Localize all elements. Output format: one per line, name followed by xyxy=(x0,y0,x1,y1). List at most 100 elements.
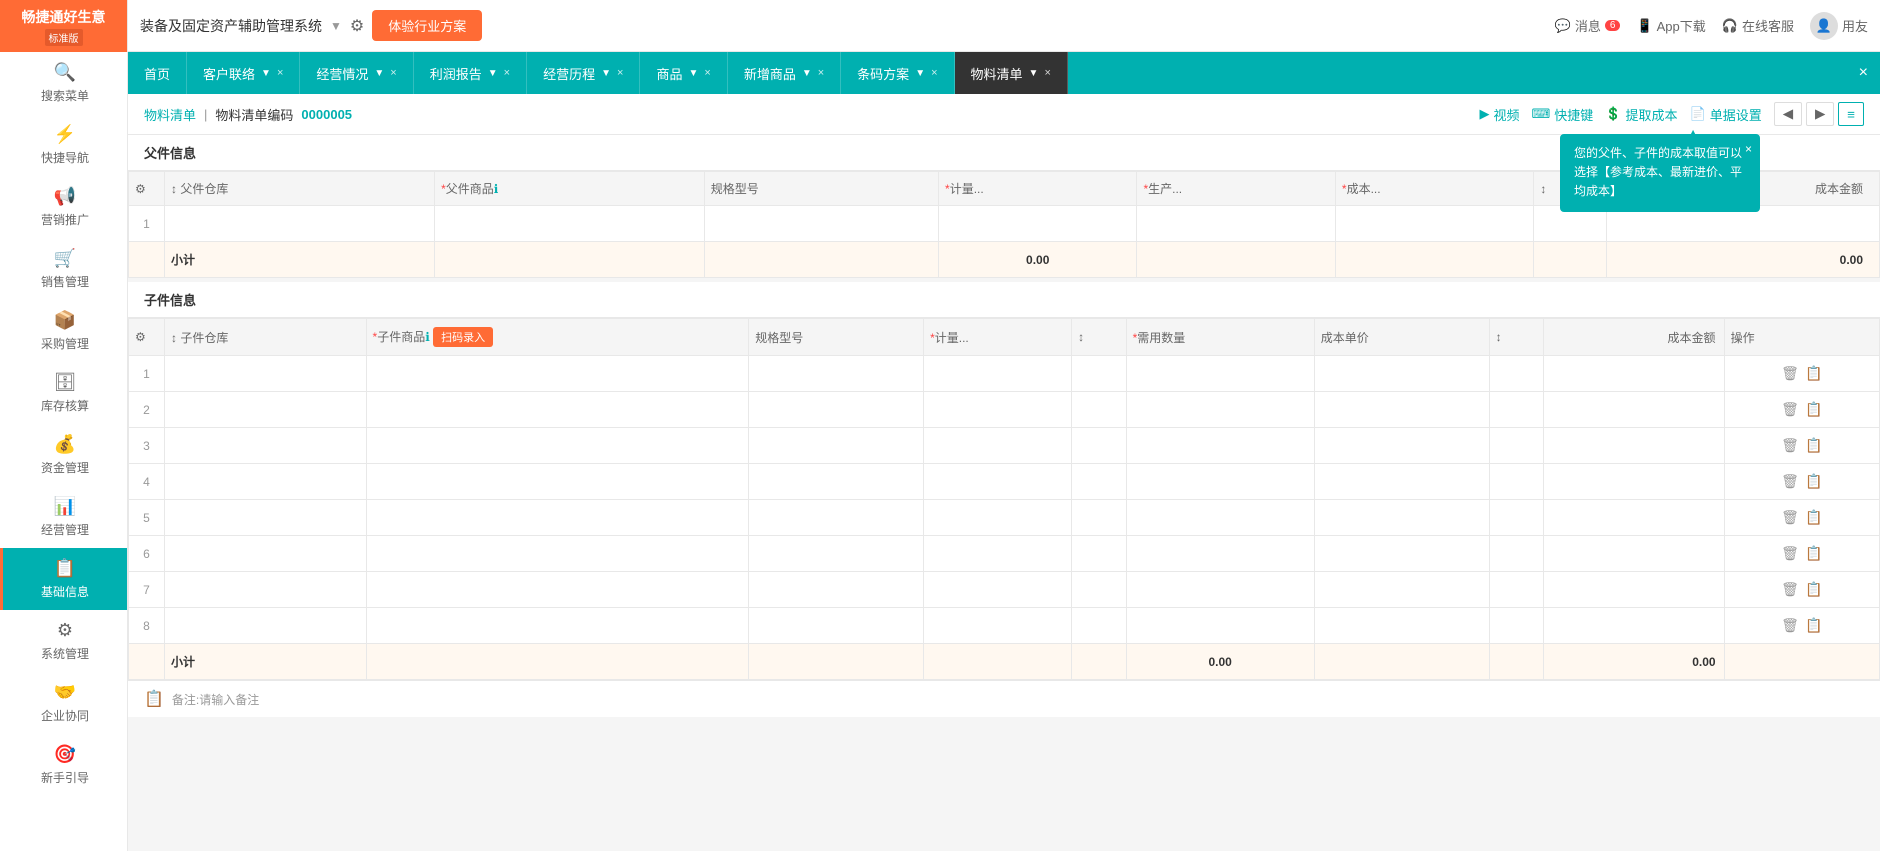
tab-close-icon[interactable]: × xyxy=(390,67,396,79)
tab-barcode[interactable]: 条码方案 ▼ × xyxy=(841,52,954,94)
notes-placeholder[interactable]: 备注:请输入备注 xyxy=(172,691,259,708)
child-warehouse-cell-3[interactable] xyxy=(165,428,367,464)
delete-icon[interactable]: 🗑 xyxy=(1781,509,1799,526)
child-warehouse-cell-2[interactable] xyxy=(165,392,367,428)
child-unitcost-cell-7[interactable] xyxy=(1314,572,1489,608)
sidebar-item-finance[interactable]: 💰 资金管理 xyxy=(0,424,127,486)
tab-close-icon[interactable]: × xyxy=(704,67,710,79)
child-spec-cell-5[interactable] xyxy=(749,500,924,536)
copy-icon[interactable]: 📋 xyxy=(1805,581,1822,598)
tab-customers[interactable]: 客户联络 ▼ × xyxy=(187,52,300,94)
child-quantity-cell-4[interactable] xyxy=(1126,464,1314,500)
tab-close-icon[interactable]: × xyxy=(277,67,283,79)
trial-button[interactable]: 体验行业方案 xyxy=(372,10,482,41)
child-product-cell-5[interactable] xyxy=(366,500,749,536)
tab-history[interactable]: 经营历程 ▼ × xyxy=(527,52,640,94)
sidebar-item-sales[interactable]: 🛒 销售管理 xyxy=(0,238,127,300)
child-unit-cell-3[interactable] xyxy=(924,428,1072,464)
child-col-gear[interactable]: ⚙ xyxy=(129,319,165,356)
child-unitcost-cell-3[interactable] xyxy=(1314,428,1489,464)
settings-button[interactable]: 📄 单据设置 xyxy=(1690,105,1762,124)
child-unit-cell-1[interactable] xyxy=(924,356,1072,392)
tab-profit[interactable]: 利润报告 ▼ × xyxy=(414,52,527,94)
child-unitcost-cell-8[interactable] xyxy=(1314,608,1489,644)
child-product-cell-8[interactable] xyxy=(366,608,749,644)
tab-close-icon[interactable]: × xyxy=(617,67,623,79)
copy-icon[interactable]: 📋 xyxy=(1805,545,1822,562)
child-unit-cell-4[interactable] xyxy=(924,464,1072,500)
app-logo[interactable]: 畅捷通好生意 标准版 xyxy=(0,0,127,52)
tab-close-icon[interactable]: × xyxy=(1044,67,1050,79)
cost-button[interactable]: 💲 提取成本 xyxy=(1605,105,1677,124)
child-unit-cell-8[interactable] xyxy=(924,608,1072,644)
child-product-cell-6[interactable] xyxy=(366,536,749,572)
delete-icon[interactable]: 🗑 xyxy=(1781,401,1799,418)
user-profile-button[interactable]: 👤 用友 xyxy=(1810,12,1868,40)
child-spec-cell-3[interactable] xyxy=(749,428,924,464)
scan-input-button[interactable]: 扫码录入 xyxy=(433,327,493,347)
list-view-button[interactable]: ≡ xyxy=(1838,102,1864,126)
sidebar-item-system[interactable]: ⚙ 系统管理 xyxy=(0,610,127,672)
parent-product-cell[interactable] xyxy=(435,206,705,242)
breadcrumb-home[interactable]: 物料清单 xyxy=(144,105,196,124)
child-product-cell-7[interactable] xyxy=(366,572,749,608)
child-spec-cell-8[interactable] xyxy=(749,608,924,644)
delete-icon[interactable]: 🗑 xyxy=(1781,581,1799,598)
child-quantity-cell-1[interactable] xyxy=(1126,356,1314,392)
child-quantity-cell-7[interactable] xyxy=(1126,572,1314,608)
delete-icon[interactable]: 🗑 xyxy=(1781,617,1799,634)
online-service-button[interactable]: 🎧 在线客服 xyxy=(1722,16,1794,35)
delete-icon[interactable]: 🗑 xyxy=(1781,437,1799,454)
child-quantity-cell-3[interactable] xyxy=(1126,428,1314,464)
tab-newproducts[interactable]: 新增商品 ▼ × xyxy=(728,52,841,94)
child-unitcost-cell-4[interactable] xyxy=(1314,464,1489,500)
copy-icon[interactable]: 📋 xyxy=(1805,401,1822,418)
child-warehouse-cell-1[interactable] xyxy=(165,356,367,392)
tab-close-icon[interactable]: × xyxy=(818,67,824,79)
child-quantity-cell-8[interactable] xyxy=(1126,608,1314,644)
sidebar-item-purchase[interactable]: 📦 采购管理 xyxy=(0,300,127,362)
parent-col-gear[interactable]: ⚙ xyxy=(129,172,165,206)
parent-cost-cell[interactable] xyxy=(1335,206,1533,242)
child-spec-cell-4[interactable] xyxy=(749,464,924,500)
child-warehouse-cell-4[interactable] xyxy=(165,464,367,500)
sidebar-item-marketing[interactable]: 📢 营销推广 xyxy=(0,176,127,238)
child-warehouse-cell-8[interactable] xyxy=(165,608,367,644)
next-button[interactable]: ▶ xyxy=(1806,102,1834,126)
tab-operations[interactable]: 经营情况 ▼ × xyxy=(300,52,413,94)
child-product-cell-1[interactable] xyxy=(366,356,749,392)
child-unitcost-cell-5[interactable] xyxy=(1314,500,1489,536)
copy-icon[interactable]: 📋 xyxy=(1805,437,1822,454)
sidebar-item-operations[interactable]: 📊 经营管理 xyxy=(0,486,127,548)
child-product-cell-3[interactable] xyxy=(366,428,749,464)
copy-icon[interactable]: 📋 xyxy=(1805,473,1822,490)
child-unit-cell-5[interactable] xyxy=(924,500,1072,536)
settings-gear-icon[interactable]: ⚙ xyxy=(350,16,364,36)
prev-button[interactable]: ◀ xyxy=(1774,102,1802,126)
shortcut-button[interactable]: ⌨ 快捷键 xyxy=(1532,105,1594,124)
child-unit-cell-7[interactable] xyxy=(924,572,1072,608)
child-quantity-cell-6[interactable] xyxy=(1126,536,1314,572)
sidebar-item-collab[interactable]: 🤝 企业协同 xyxy=(0,672,127,734)
message-button[interactable]: 💬 消息 6 xyxy=(1555,16,1621,35)
parent-warehouse-cell[interactable] xyxy=(165,206,435,242)
parent-spec-cell[interactable] xyxy=(704,206,938,242)
child-unit-cell-6[interactable] xyxy=(924,536,1072,572)
child-unitcost-cell-6[interactable] xyxy=(1314,536,1489,572)
child-warehouse-cell-7[interactable] xyxy=(165,572,367,608)
child-spec-cell-1[interactable] xyxy=(749,356,924,392)
dropdown-arrow-icon[interactable]: ▼ xyxy=(330,19,342,33)
tab-close-icon[interactable]: × xyxy=(504,67,510,79)
sidebar-item-guide[interactable]: 🎯 新手引导 xyxy=(0,734,127,796)
tab-close-icon[interactable]: × xyxy=(931,67,937,79)
child-spec-cell-7[interactable] xyxy=(749,572,924,608)
tab-products[interactable]: 商品 ▼ × xyxy=(640,52,727,94)
video-button[interactable]: ▶ 视频 xyxy=(1480,105,1520,124)
parent-unit-cell[interactable] xyxy=(939,206,1137,242)
child-product-cell-2[interactable] xyxy=(366,392,749,428)
tab-home[interactable]: 首页 xyxy=(128,52,187,94)
child-unitcost-cell-2[interactable] xyxy=(1314,392,1489,428)
sidebar-item-search[interactable]: 🔍 搜索菜单 xyxy=(0,52,127,114)
child-warehouse-cell-5[interactable] xyxy=(165,500,367,536)
child-spec-cell-2[interactable] xyxy=(749,392,924,428)
